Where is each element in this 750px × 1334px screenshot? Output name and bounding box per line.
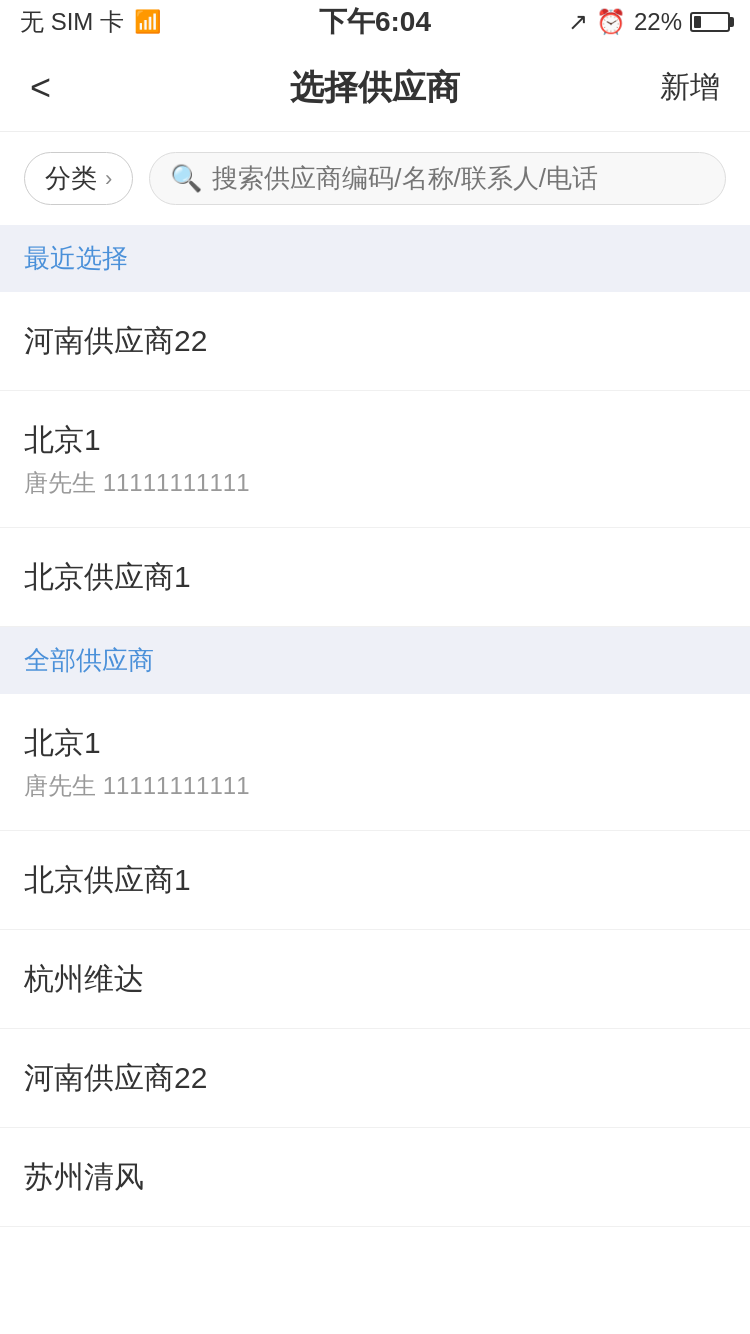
status-left: 无 SIM 卡 📶 [20,6,161,38]
list-item[interactable]: 杭州维达 [0,930,750,1029]
item-sub: 唐先生 11111111111 [24,467,726,499]
category-button[interactable]: 分类 › [24,152,133,205]
item-name: 河南供应商22 [24,320,726,362]
search-box: 🔍 [149,152,726,205]
recent-list: 河南供应商22 北京1 唐先生 11111111111 北京供应商1 [0,292,750,627]
all-section-label: 全部供应商 [24,645,154,675]
filter-bar: 分类 › 🔍 [0,132,750,225]
search-input[interactable] [212,163,705,194]
item-name: 北京1 [24,722,726,764]
status-time: 下午6:04 [319,3,431,41]
item-name: 杭州维达 [24,958,726,1000]
battery-percent: 22% [634,8,682,36]
list-item[interactable]: 北京供应商1 [0,831,750,930]
all-list: 北京1 唐先生 11111111111 北京供应商1 杭州维达河南供应商22 苏州清风 [0,694,750,1227]
item-name: 北京供应商1 [24,859,726,901]
wifi-icon: 📶 [134,9,161,35]
status-right: ↗ ⏰ 22% [568,8,730,36]
location-icon: ↗ [568,8,588,36]
add-button[interactable]: 新增 [640,67,720,108]
all-section-header: 全部供应商 [0,627,750,694]
list-item[interactable]: 北京1 唐先生 11111111111 [0,391,750,528]
alarm-icon: ⏰ [596,8,626,36]
list-item[interactable]: 河南供应商22 [0,1029,750,1128]
recent-section-header: 最近选择 [0,225,750,292]
category-label: 分类 [45,161,97,196]
item-name: 北京1 [24,419,726,461]
back-button[interactable]: < [30,67,110,109]
nav-bar: < 选择供应商 新增 [0,44,750,132]
search-icon: 🔍 [170,163,202,194]
item-name: 北京供应商1 [24,556,726,598]
list-item[interactable]: 北京1 唐先生 11111111111 [0,694,750,831]
list-item[interactable]: 北京供应商1 [0,528,750,627]
item-name: 河南供应商22 [24,1057,726,1099]
item-name: 苏州清风 [24,1156,726,1198]
list-item[interactable]: 河南供应商22 [0,292,750,391]
battery-icon [690,12,730,32]
carrier-text: 无 SIM 卡 [20,6,124,38]
page-title: 选择供应商 [110,65,640,111]
status-bar: 无 SIM 卡 📶 下午6:04 ↗ ⏰ 22% [0,0,750,44]
item-sub: 唐先生 11111111111 [24,770,726,802]
recent-section-label: 最近选择 [24,243,128,273]
list-item[interactable]: 苏州清风 [0,1128,750,1227]
chevron-right-icon: › [105,166,112,192]
